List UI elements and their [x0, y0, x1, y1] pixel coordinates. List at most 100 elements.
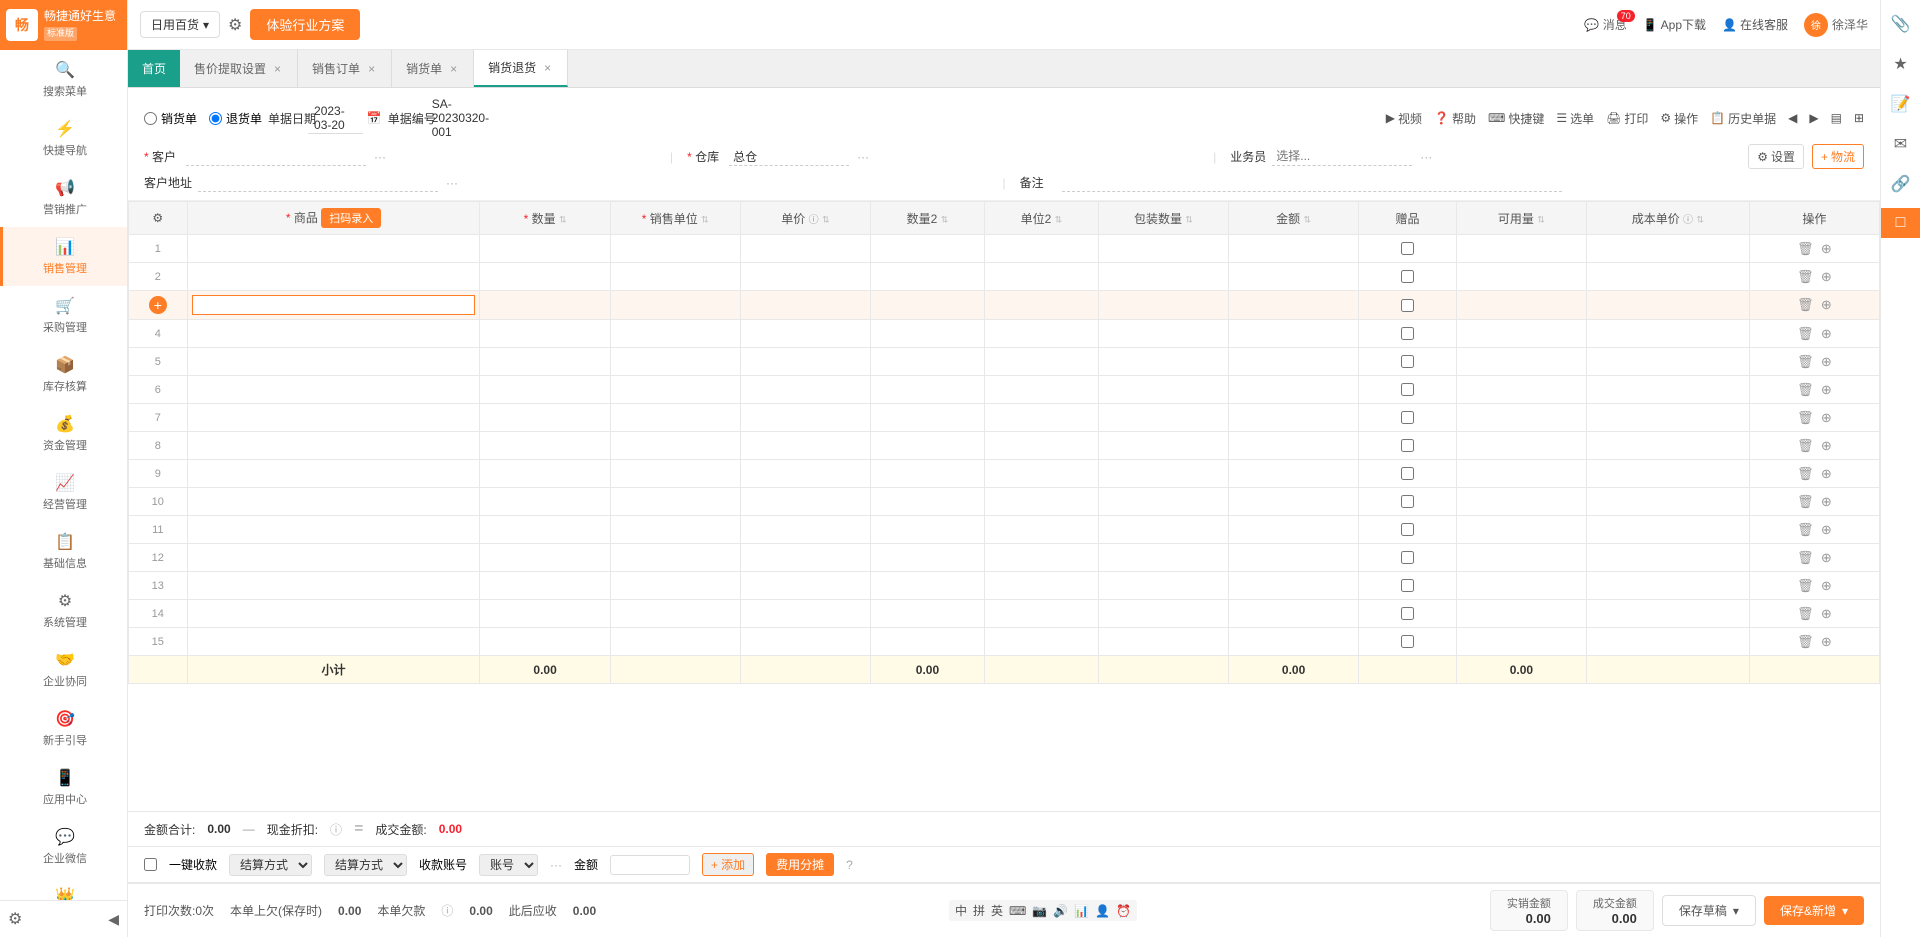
customer-dots[interactable]: ··· [374, 150, 386, 164]
row-gift-check[interactable] [1359, 432, 1457, 460]
date-value[interactable]: 2023-03-20 [308, 103, 363, 134]
tab-0[interactable]: 首页 [128, 50, 180, 87]
sidebar-item-采购管理[interactable]: 🛒采购管理 [0, 286, 127, 345]
video-btn[interactable]: ▶ 视频 [1386, 110, 1422, 127]
delete-icon[interactable]: 🗑 [1797, 297, 1814, 312]
save-draft-btn[interactable]: 保存草稿 ▾ [1662, 895, 1756, 926]
help-btn[interactable]: ❓ 帮助 [1434, 110, 1476, 127]
row-gift-check[interactable] [1359, 291, 1457, 320]
delete-icon[interactable]: 🗑 [1797, 494, 1814, 509]
user-icon[interactable]: 👤 [1095, 904, 1110, 918]
tab-4[interactable]: 销货退货× [474, 50, 568, 87]
row-product[interactable] [187, 572, 480, 600]
delete-icon[interactable]: 🗑 [1797, 326, 1814, 341]
radio-return[interactable]: 退货单 [209, 110, 262, 127]
one-click-checkbox[interactable] [144, 858, 157, 871]
calendar-icon[interactable]: 📅 [367, 111, 382, 125]
sidebar-item-库存核算[interactable]: 📦库存核算 [0, 345, 127, 404]
row-add-btn[interactable]: + [129, 291, 188, 320]
chevron-down-icon[interactable]: ▾ [1733, 904, 1739, 918]
row-product[interactable] [187, 628, 480, 656]
online-service[interactable]: 👤 在线客服 [1722, 16, 1788, 33]
row-product[interactable] [187, 488, 480, 516]
right-panel-attachment[interactable]: 📎 [1891, 8, 1911, 40]
sidebar-item-资金管理[interactable]: 💰资金管理 [0, 404, 127, 463]
sidebar-item-快捷导航[interactable]: ⚡快捷导航 [0, 109, 127, 168]
row-product[interactable] [187, 235, 480, 263]
row-gift-check[interactable] [1359, 376, 1457, 404]
sidebar-item-销售管理[interactable]: 📊销售管理 [0, 227, 127, 286]
chevron-down-icon[interactable]: ▾ [1842, 904, 1848, 918]
gear-col-icon[interactable]: ⚙ [152, 211, 163, 225]
delete-icon[interactable]: 🗑 [1797, 466, 1814, 481]
sidebar-bottom[interactable]: ⚙ ◀ [0, 900, 127, 937]
row-gift-check[interactable] [1359, 488, 1457, 516]
calc-method-select[interactable]: 结算方式 [324, 854, 407, 876]
copy-icon[interactable]: ⊕ [1821, 241, 1832, 256]
row-gift-check[interactable] [1359, 516, 1457, 544]
message-badge[interactable]: 💬 70 消息 [1584, 16, 1626, 33]
topbar-gear-icon[interactable]: ⚙ [228, 15, 242, 35]
row-gift-check[interactable] [1359, 404, 1457, 432]
address-input[interactable] [198, 173, 438, 192]
settings-btn[interactable]: ⚙ 设置 [1748, 144, 1804, 169]
row-product[interactable] [187, 544, 480, 572]
monthly-info-icon[interactable]: ⓘ [441, 902, 453, 919]
avail-sort-icon[interactable]: ⇅ [1537, 214, 1545, 224]
delete-icon[interactable]: 🗑 [1797, 550, 1814, 565]
nav-next-btn[interactable]: ▶ [1809, 111, 1818, 125]
tab-1[interactable]: 售价提取设置× [180, 50, 298, 87]
delete-icon[interactable]: 🗑 [1797, 382, 1814, 397]
sidebar-item-基础信息[interactable]: 📋基础信息 [0, 522, 127, 581]
sidebar-item-经营管理[interactable]: 📈经营管理 [0, 463, 127, 522]
pkg-sort-icon[interactable]: ⇅ [1185, 214, 1193, 224]
discount-help-icon[interactable]: ⓘ [330, 821, 342, 838]
sidebar-item-系统管理[interactable]: ⚙系统管理 [0, 581, 127, 640]
radio-sales[interactable]: 销货单 [144, 110, 197, 127]
sidebar-item-营销推广[interactable]: 📢营销推广 [0, 168, 127, 227]
select-btn[interactable]: ☰ 选单 [1556, 110, 1594, 127]
row-gift-check[interactable] [1359, 348, 1457, 376]
amount-input[interactable] [610, 855, 690, 875]
row-gift-check[interactable] [1359, 320, 1457, 348]
industry-select[interactable]: 日用百货 ▾ [140, 11, 220, 38]
row-product[interactable] [187, 263, 480, 291]
delete-icon[interactable]: 🗑 [1797, 522, 1814, 537]
price-sort-icon[interactable]: ⇅ [822, 214, 830, 224]
sidebar-item-应用中心[interactable]: 📱应用中心 [0, 758, 127, 817]
speaker-icon[interactable]: 🔊 [1053, 904, 1068, 918]
dots-icon[interactable]: ··· [550, 858, 562, 872]
row-product[interactable] [187, 516, 480, 544]
ime-pinyin[interactable]: 拼 [973, 902, 985, 919]
delete-icon[interactable]: 🗑 [1797, 269, 1814, 284]
operate-btn[interactable]: ⚙ 操作 [1660, 110, 1698, 127]
warehouse-dots[interactable]: ··· [857, 150, 869, 164]
sidebar-item-企业微信[interactable]: 💬企业微信 [0, 817, 127, 876]
delete-icon[interactable]: 🗑 [1797, 438, 1814, 453]
tab-close-3[interactable]: × [448, 62, 459, 76]
delete-icon[interactable]: 🗑 [1797, 578, 1814, 593]
sidebar-item-畅会员[interactable]: 👑畅会员 [0, 876, 127, 900]
ime-zh[interactable]: 中 [955, 902, 967, 919]
row-gift-check[interactable] [1359, 544, 1457, 572]
row-gift-check[interactable] [1359, 460, 1457, 488]
right-panel-note[interactable]: 📝 [1891, 88, 1911, 120]
copy-icon[interactable]: ⊕ [1821, 466, 1832, 481]
account-select[interactable]: 账号 [479, 854, 538, 876]
row-product[interactable] [187, 600, 480, 628]
print-btn[interactable]: 🖨 打印 [1606, 110, 1648, 127]
warehouse-input[interactable] [729, 147, 849, 166]
delete-icon[interactable]: 🗑 [1797, 241, 1814, 256]
view-grid-btn[interactable]: ⊞ [1854, 111, 1864, 125]
unit-sort-icon[interactable]: ⇅ [701, 214, 709, 224]
nav-prev-btn[interactable]: ◀ [1788, 111, 1797, 125]
row-product[interactable] [187, 291, 480, 320]
ime-icon[interactable]: ⌨ [1009, 904, 1026, 918]
add-icon[interactable]: + [149, 296, 167, 314]
copy-icon[interactable]: ⊕ [1821, 297, 1832, 312]
row-gift-check[interactable] [1359, 600, 1457, 628]
right-panel-orange[interactable]: □ [1881, 208, 1920, 238]
tab-close-2[interactable]: × [366, 62, 377, 76]
scan-btn[interactable]: 扫码录入 [321, 208, 381, 228]
history-btn[interactable]: 📋 历史单据 [1710, 110, 1776, 127]
